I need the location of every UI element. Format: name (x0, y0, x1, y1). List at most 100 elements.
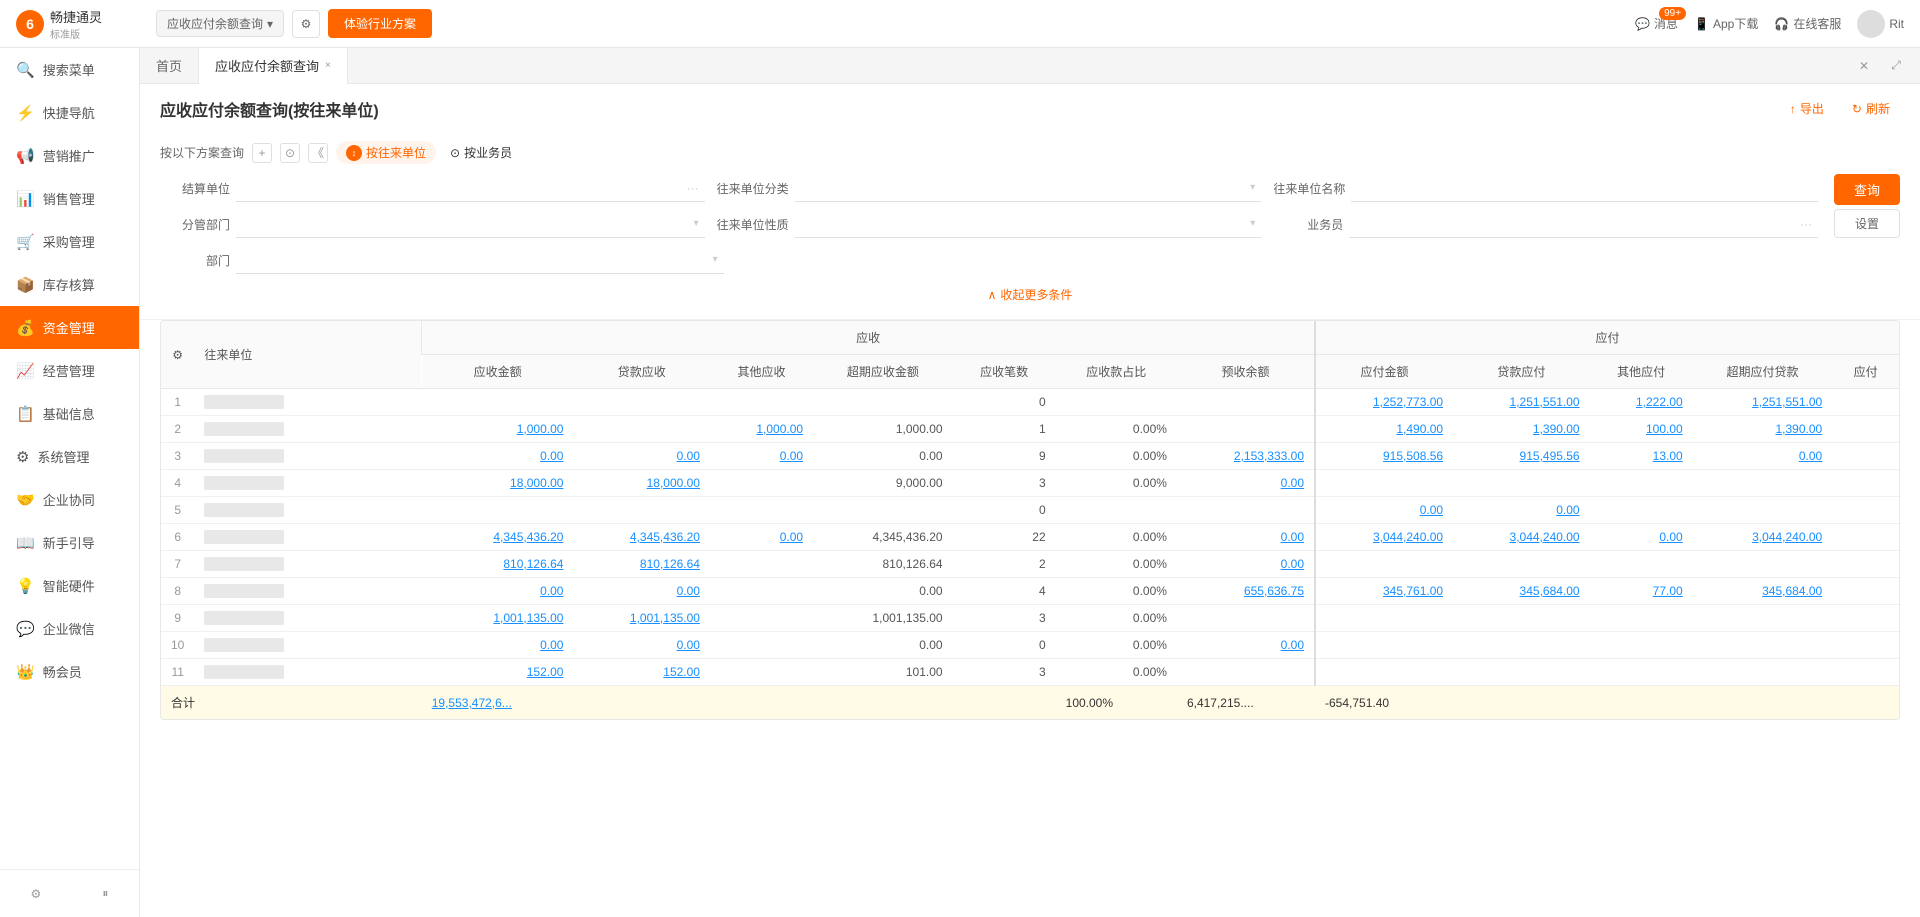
cell-link[interactable]: 1,251,551.00 (1510, 395, 1580, 409)
cell-link[interactable]: 0.00 (1799, 449, 1822, 463)
cell-link[interactable]: 0.00 (1556, 503, 1579, 517)
sidebar-item-purchase[interactable]: 🛒 采购管理 (0, 220, 139, 263)
cell-link[interactable]: 13.00 (1653, 449, 1683, 463)
filter-settings-button[interactable]: ⊙ (280, 143, 300, 163)
settlement-unit-input[interactable]: ··· (236, 174, 705, 202)
division-select[interactable]: ▾ (236, 210, 705, 238)
cell-link[interactable]: 4,345,436.20 (493, 530, 563, 544)
cell-link[interactable]: 345,684.00 (1520, 584, 1580, 598)
cell-link[interactable]: 18,000.00 (647, 476, 700, 490)
cell-link[interactable]: 0.00 (677, 449, 700, 463)
sidebar-item-sales[interactable]: 📊 销售管理 (0, 177, 139, 220)
sidebar-settings-button[interactable]: ⚙ (15, 878, 58, 909)
breadcrumb[interactable]: 应收应付余额查询 ▾ (156, 10, 284, 37)
partner-nature-select[interactable]: ▾ (795, 210, 1262, 238)
cell-link[interactable]: 1,001,135.00 (630, 611, 700, 625)
cell-link[interactable]: 1,000.00 (756, 422, 803, 436)
cell-link[interactable]: 3,044,240.00 (1510, 530, 1580, 544)
sidebar-item-cooperation[interactable]: 🤝 企业协同 (0, 478, 139, 521)
cell-link[interactable]: 0.00 (1281, 476, 1304, 490)
cell-link[interactable]: 0.00 (677, 584, 700, 598)
cell-link[interactable]: 1,252,773.00 (1373, 395, 1443, 409)
tab-home[interactable]: 首页 (140, 48, 199, 84)
refresh-button[interactable]: ↻ 刷新 (1842, 96, 1900, 121)
cell-link[interactable]: 345,761.00 (1383, 584, 1443, 598)
query-button[interactable]: 查询 (1834, 174, 1900, 205)
sidebar-item-member[interactable]: 👑 畅会员 (0, 650, 139, 693)
tab-arbalance[interactable]: 应收应付余额查询 × (199, 48, 348, 84)
cell-link[interactable]: 1,390.00 (1775, 422, 1822, 436)
cell-link[interactable]: 18,000.00 (510, 476, 563, 490)
sidebar-item-capital[interactable]: 💰 资金管理 (0, 306, 139, 349)
cell-link[interactable]: 1,222.00 (1636, 395, 1683, 409)
total-ar-amount[interactable]: 19,553,472,6... (422, 686, 574, 720)
filter-settlement-unit: 结算单位 ··· (160, 174, 705, 202)
cell-link[interactable]: 77.00 (1653, 584, 1683, 598)
cell-link[interactable]: 345,684.00 (1762, 584, 1822, 598)
cell-ar-loan: 152.00 (573, 659, 710, 686)
cell-link[interactable]: 915,495.56 (1520, 449, 1580, 463)
partner-name-input[interactable] (1351, 174, 1818, 202)
cell-link[interactable]: 1,390.00 (1533, 422, 1580, 436)
sidebar-item-management[interactable]: 📈 经营管理 (0, 349, 139, 392)
cell-link[interactable]: 0.00 (1281, 530, 1304, 544)
cell-link[interactable]: 0.00 (540, 449, 563, 463)
cell-link[interactable]: 1,490.00 (1396, 422, 1443, 436)
cell-link[interactable]: 0.00 (1420, 503, 1443, 517)
cell-link[interactable]: 152.00 (663, 665, 700, 679)
cell-link[interactable]: 0.00 (1281, 557, 1304, 571)
cell-link[interactable]: 810,126.64 (503, 557, 563, 571)
partner-category-select[interactable]: ▾ (795, 174, 1262, 202)
sidebar-item-weixin[interactable]: 💬 企业微信 (0, 607, 139, 650)
cell-link[interactable]: 4,345,436.20 (630, 530, 700, 544)
filter-scheme-partner[interactable]: ↕ 按往来单位 (336, 141, 436, 164)
app-download-button[interactable]: 📱 App下载 (1694, 15, 1758, 32)
table-wrapper[interactable]: ⚙ 往来单位 应收 应付 应收金额 贷款应收 其他应收 (160, 320, 1900, 720)
sidebar-item-system[interactable]: ⚙ 系统管理 (0, 435, 139, 478)
messages-button[interactable]: 💬 消息 99+ (1635, 15, 1678, 32)
tab-close-window-button[interactable]: ✕ (1852, 54, 1876, 78)
export-button[interactable]: ↑ 导出 (1780, 96, 1834, 121)
sidebar-item-hardware[interactable]: 💡 智能硬件 (0, 564, 139, 607)
cell-link[interactable]: 152.00 (527, 665, 564, 679)
sidebar-item-guide[interactable]: 📖 新手引导 (0, 521, 139, 564)
sidebar-item-search[interactable]: 🔍 搜索菜单 (0, 48, 139, 91)
filter-scheme-salesperson[interactable]: ⊙ 按业务员 (440, 141, 522, 164)
cell-ap-other (1590, 659, 1693, 686)
user-profile[interactable]: Rit (1857, 10, 1904, 38)
settings-gear-button[interactable]: ⚙ (292, 10, 320, 38)
filter-collapse-btn[interactable]: 《 (308, 143, 328, 163)
cell-link[interactable]: 1,001,135.00 (493, 611, 563, 625)
cell-link[interactable]: 810,126.64 (640, 557, 700, 571)
cell-link[interactable]: 1,251,551.00 (1752, 395, 1822, 409)
sidebar-item-basic[interactable]: 📋 基础信息 (0, 392, 139, 435)
department-select[interactable]: ▾ (236, 246, 724, 274)
industry-solution-button[interactable]: 体验行业方案 (328, 9, 432, 38)
salesperson-input[interactable]: ··· (1349, 210, 1818, 238)
cell-link[interactable]: 0.00 (677, 638, 700, 652)
tab-expand-button[interactable]: ⤢ (1884, 54, 1908, 78)
setting-button[interactable]: 设置 (1834, 209, 1900, 238)
cell-link[interactable]: 3,044,240.00 (1373, 530, 1443, 544)
cell-link[interactable]: 2,153,333.00 (1234, 449, 1304, 463)
cell-link[interactable]: 0.00 (1281, 638, 1304, 652)
sidebar-item-marketing[interactable]: 📢 营销推广 (0, 134, 139, 177)
cell-link[interactable]: 915,508.56 (1383, 449, 1443, 463)
cell-link[interactable]: 0.00 (540, 584, 563, 598)
cell-link[interactable]: 0.00 (780, 530, 803, 544)
tab-close-icon[interactable]: × (325, 60, 331, 71)
collapse-conditions-button[interactable]: ∧ 收起更多条件 (160, 282, 1900, 307)
cell-link[interactable]: 100.00 (1646, 422, 1683, 436)
th-settings[interactable]: ⚙ (161, 321, 194, 389)
cell-link[interactable]: 3,044,240.00 (1752, 530, 1822, 544)
sidebar-item-inventory[interactable]: 📦 库存核算 (0, 263, 139, 306)
sidebar-collapse-button[interactable]: ⏸ (86, 878, 124, 909)
online-service-button[interactable]: 🎧 在线客服 (1774, 15, 1841, 32)
cell-link[interactable]: 1,000.00 (517, 422, 564, 436)
cell-link[interactable]: 0.00 (1659, 530, 1682, 544)
cell-link[interactable]: 655,636.75 (1244, 584, 1304, 598)
cell-link[interactable]: 0.00 (540, 638, 563, 652)
sidebar-item-quicknav[interactable]: ⚡ 快捷导航 (0, 91, 139, 134)
cell-link[interactable]: 0.00 (780, 449, 803, 463)
filter-add-button[interactable]: + (252, 143, 272, 163)
